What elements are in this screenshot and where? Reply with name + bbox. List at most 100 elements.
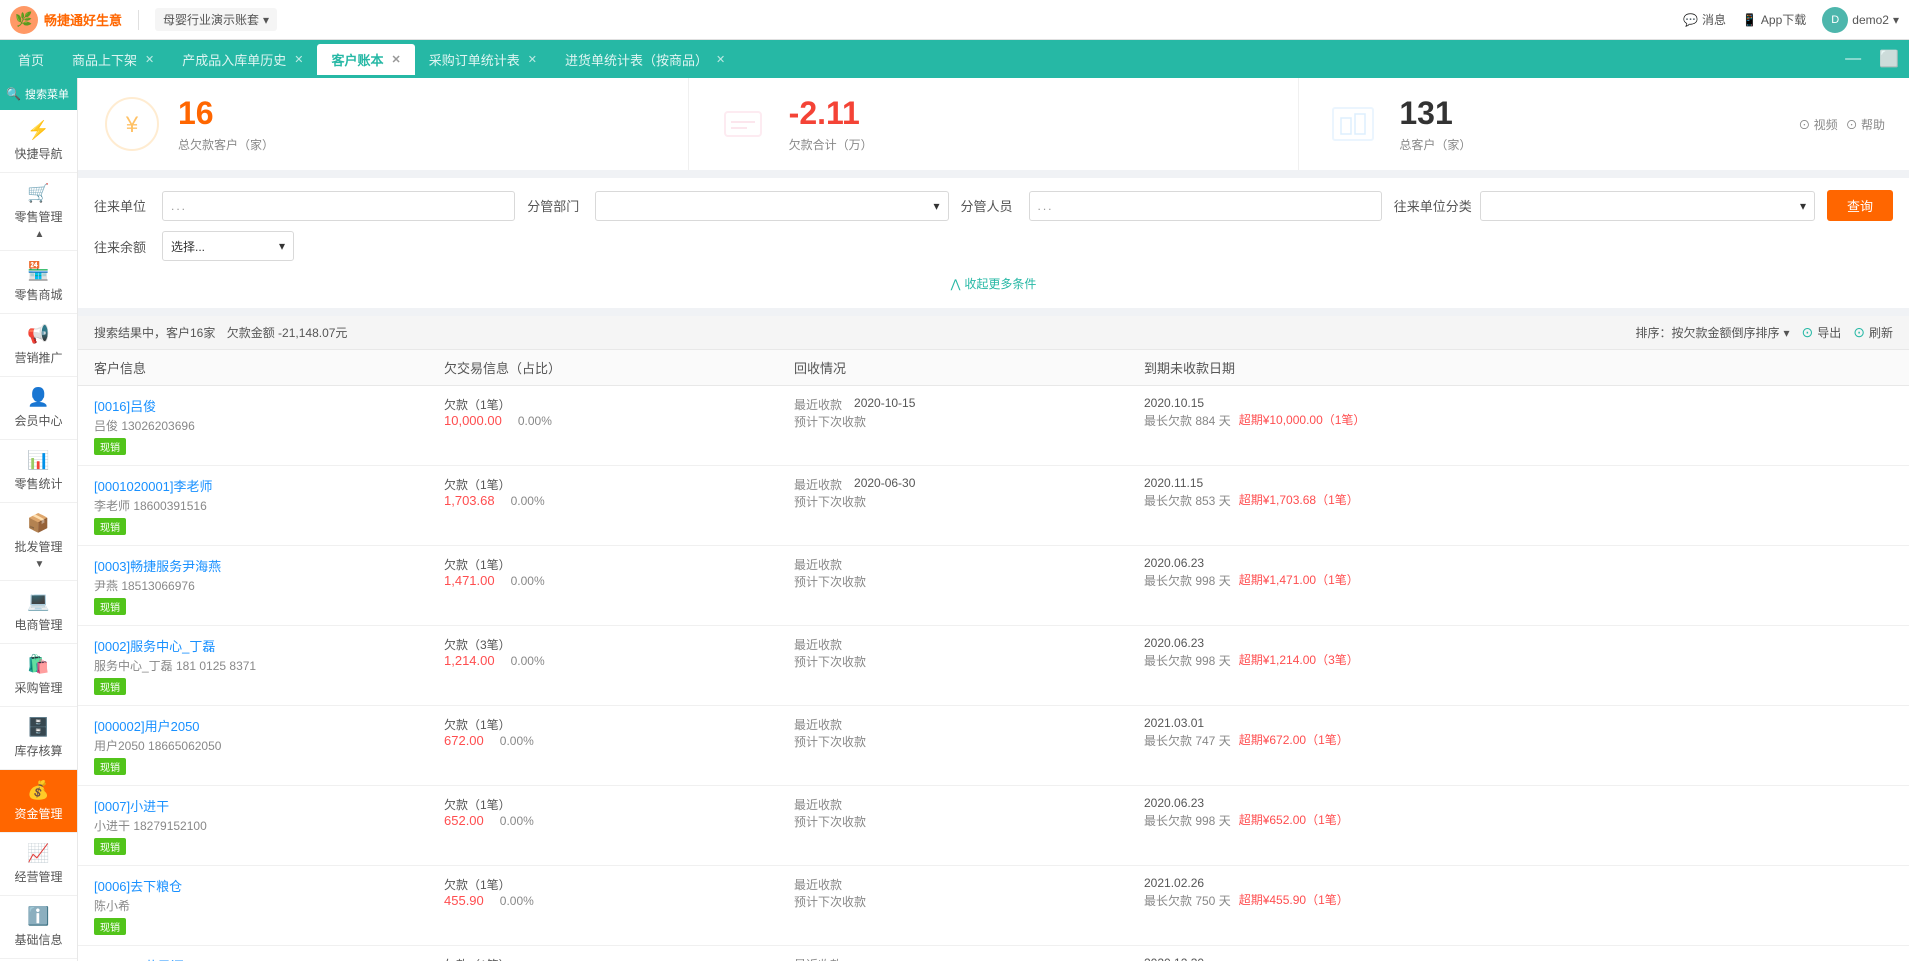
customer-name[interactable]: [000001]黄思源 <box>94 956 444 961</box>
customer-name[interactable]: [0016]吕俊 <box>94 396 444 415</box>
sidebar-item-retail-stats[interactable]: 📊 零售统计 <box>0 440 77 503</box>
close-icon[interactable]: ✕ <box>294 53 303 66</box>
customer-name[interactable]: [0007]小进干 <box>94 796 444 815</box>
download-icon: 📱 <box>1742 13 1757 27</box>
sidebar-item-member-center[interactable]: 👤 会员中心 <box>0 377 77 440</box>
customer-info-cell: [0007]小进干 小进干 18279152100 现销 <box>94 796 444 855</box>
due-date-cell: 2020.10.15 最长欠款 884 天 超期¥10,000.00（1笔） <box>1144 396 1893 429</box>
svg-text:¥: ¥ <box>125 112 139 137</box>
sidebar-item-ecommerce[interactable]: 💻 电商管理 <box>0 581 77 644</box>
balance-select-value: 选择... <box>171 238 205 255</box>
sidebar-item-purchase-mgmt[interactable]: 🛍️ 采购管理 <box>0 644 77 707</box>
overdue-link[interactable]: 超期¥1,214.00（3笔） <box>1239 651 1359 668</box>
debt-total-label: 欠款合计（万） <box>789 136 1275 153</box>
refresh-button[interactable]: ⊙ 刷新 <box>1853 324 1893 341</box>
tab-goods-stats[interactable]: 进货单统计表（按商品） ✕ <box>551 44 739 75</box>
overdue-link[interactable]: 超期¥652.00（1笔） <box>1239 811 1349 828</box>
retail-stats-icon: 📊 <box>27 450 49 471</box>
filter-partner-type-label: 往来单位分类 <box>1394 196 1472 215</box>
sidebar-item-quick-nav[interactable]: ⚡ 快捷导航 <box>0 110 77 173</box>
dept-select[interactable]: ▾ <box>595 191 948 221</box>
debt-amount[interactable]: 455.90 <box>444 893 484 908</box>
sidebar: 🔍 搜索菜单 ⚡ 快捷导航 🛒 零售管理 ▲ 🏪 零售商城 📢 营销推广 👤 会… <box>0 78 78 961</box>
customer-info-cell: [0016]吕俊 吕俊 13026203696 现销 <box>94 396 444 455</box>
debt-amount[interactable]: 652.00 <box>444 813 484 828</box>
sidebar-item-retail-store[interactable]: 🏪 零售商城 <box>0 251 77 314</box>
sidebar-item-marketing[interactable]: 📢 营销推广 <box>0 314 77 377</box>
tab-customer-ledger[interactable]: 客户账本 ✕ <box>317 44 414 75</box>
total-customers-icon <box>1323 94 1383 154</box>
close-icon[interactable]: ✕ <box>392 53 401 66</box>
wholesale-mgmt-icon: 📦 <box>27 513 49 534</box>
stats-row: ¥ 16 总欠款客户（家） -2.11 <box>78 78 1909 170</box>
overdue-link[interactable]: 超期¥1,703.68（1笔） <box>1239 491 1359 508</box>
search-icon: 🔍 <box>6 87 21 101</box>
overdue-link[interactable]: 超期¥1,471.00（1笔） <box>1239 571 1359 588</box>
customer-name[interactable]: [0006]去下粮仓 <box>94 876 444 895</box>
sidebar-item-basic-info[interactable]: ℹ️ 基础信息 <box>0 896 77 959</box>
stat-card-actions: ⊙ 视频 ⊙ 帮助 <box>1798 116 1885 133</box>
sort-button[interactable]: 排序：按欠款金额倒序排序 ▾ <box>1635 324 1789 341</box>
table-header: 客户信息 欠交易信息（占比） 回收情况 到期未收款日期 <box>78 349 1909 386</box>
overdue-link[interactable]: 超期¥10,000.00（1笔） <box>1239 411 1366 428</box>
close-icon[interactable]: ✕ <box>716 53 725 66</box>
balance-select[interactable]: 选择... ▾ <box>162 231 294 261</box>
search-button[interactable]: 查询 <box>1827 190 1893 221</box>
recover-label: 最近收款 <box>794 558 842 572</box>
debt-amount[interactable]: 1,703.68 <box>444 493 495 508</box>
customer-phone: 尹燕 18513066976 <box>94 577 444 594</box>
sidebar-item-inventory[interactable]: 🗄️ 库存核算 <box>0 707 77 770</box>
customer-name[interactable]: [000002]用户2050 <box>94 716 444 735</box>
video-button[interactable]: ⊙ 视频 <box>1798 116 1837 133</box>
sidebar-item-wholesale-mgmt[interactable]: 📦 批发管理 ▼ <box>0 503 77 581</box>
debt-total-icon <box>713 94 773 154</box>
customer-name[interactable]: [0002]服务中心_丁磊 <box>94 636 444 655</box>
debt-amount[interactable]: 1,214.00 <box>444 653 495 668</box>
close-icon[interactable]: ✕ <box>145 53 154 66</box>
tab-purchase-stats[interactable]: 采购订单统计表 ✕ <box>415 44 551 75</box>
minimize-icon[interactable]: — <box>1839 48 1867 70</box>
sidebar-item-retail-mgmt[interactable]: 🛒 零售管理 ▲ <box>0 173 77 251</box>
overdue-link[interactable]: 超期¥455.90（1笔） <box>1239 891 1349 908</box>
tab-product-status[interactable]: 商品上下架 ✕ <box>58 44 168 75</box>
store-selector[interactable]: 母婴行业演示账套 ▾ <box>155 8 277 31</box>
sidebar-item-operations[interactable]: 📈 经营管理 <box>0 833 77 896</box>
chevron-down-icon: ▾ <box>933 199 939 213</box>
customer-name[interactable]: [0003]畅捷服务尹海燕 <box>94 556 444 575</box>
debt-amount[interactable]: 1,471.00 <box>444 573 495 588</box>
customer-name[interactable]: [0001020001]李老师 <box>94 476 444 495</box>
recover-label: 最近收款 <box>794 638 842 652</box>
app-download-button[interactable]: 📱 App下载 <box>1742 11 1806 28</box>
debt-amount[interactable]: 10,000.00 <box>444 413 502 428</box>
debt-amount[interactable]: 672.00 <box>444 733 484 748</box>
partner-type-select[interactable]: ▾ <box>1480 191 1815 221</box>
close-icon[interactable]: ✕ <box>528 53 537 66</box>
overdue-link[interactable]: 超期¥672.00（1笔） <box>1239 731 1349 748</box>
filter-item-manager: 分管人员 ... <box>961 191 1382 221</box>
messages-button[interactable]: 💬 消息 <box>1683 11 1726 28</box>
partner-input[interactable]: ... <box>162 191 515 221</box>
filter-item-partner-type: 往来单位分类 ▾ <box>1394 191 1815 221</box>
stat-card-debt-total: -2.11 欠款合计（万） <box>689 78 1300 170</box>
due-date-cell: 2021.03.01 最长欠款 747 天 超期¥672.00（1笔） <box>1144 716 1893 749</box>
sidebar-item-finance[interactable]: 💰 资金管理 <box>0 770 77 833</box>
customer-tag: 现销 <box>94 918 126 935</box>
purchase-mgmt-icon: 🛍️ <box>27 654 49 675</box>
stat-card-debt-customers: ¥ 16 总欠款客户（家） <box>78 78 689 170</box>
help-button[interactable]: ⊙ 帮助 <box>1846 116 1885 133</box>
export-icon: ⊙ <box>1802 324 1814 341</box>
export-button[interactable]: ⊙ 导出 <box>1802 324 1842 341</box>
user-avatar[interactable]: D demo2 ▾ <box>1822 7 1899 33</box>
basic-info-icon: ℹ️ <box>27 906 49 927</box>
tab-production-history[interactable]: 产成品入库单历史 ✕ <box>168 44 317 75</box>
sidebar-item-label: 电商管理 <box>14 616 62 633</box>
sidebar-search[interactable]: 🔍 搜索菜单 <box>0 78 77 110</box>
manager-input[interactable]: ... <box>1029 191 1382 221</box>
maximize-icon[interactable]: ⬜ <box>1873 47 1905 71</box>
stat-total-customers-info: 131 总客户（家） <box>1399 95 1782 153</box>
customer-info-cell: [0006]去下粮仓 陈小希 现销 <box>94 876 444 935</box>
col-debt-info: 欠交易信息（占比） <box>444 358 794 377</box>
customer-info-cell: [0002]服务中心_丁磊 服务中心_丁磊 181 0125 8371 现销 <box>94 636 444 695</box>
tab-home[interactable]: 首页 <box>4 44 58 75</box>
collapse-button[interactable]: ⋀ 收起更多条件 <box>947 271 1041 296</box>
